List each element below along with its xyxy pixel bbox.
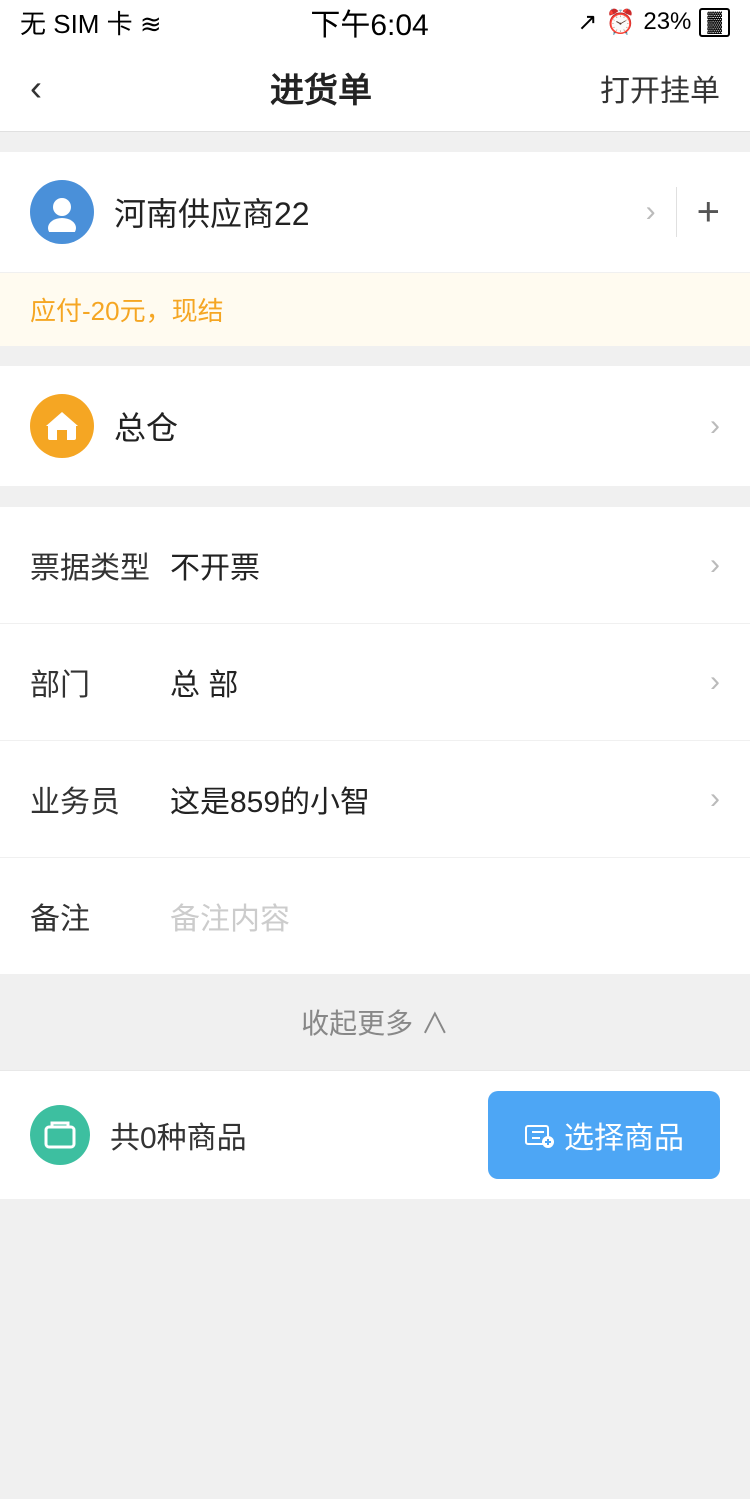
remark-label: 备注 [30,894,170,938]
notice-banner: 应付-20元，现结 [0,273,750,346]
cart-icon [42,1117,78,1153]
vertical-divider [676,187,677,237]
form-section: 票据类型 不开票 › 部门 总 部 › 业务员 这是859的小智 › 备注 备注… [0,506,750,974]
location-icon: ↗ [577,8,597,37]
department-label: 部门 [30,660,170,704]
select-product-button[interactable]: 选择商品 [488,1091,720,1179]
salesperson-chevron-icon: › [710,782,720,816]
department-row[interactable]: 部门 总 部 › [0,623,750,740]
notice-text: 应付-20元，现结 [30,296,224,326]
status-signal: 无 SIM 卡 ≋ [20,4,162,41]
alarm-icon: ⏰ [605,8,635,37]
invoice-type-label: 票据类型 [30,543,170,587]
collapse-label: 收起更多 ∧ [301,1008,449,1039]
nav-bar: ‹ 进货单 打开挂单 [0,44,750,132]
warehouse-chevron-icon: › [710,409,720,443]
bottom-bar: 共0种商品 选择商品 [0,1070,750,1199]
salesperson-row[interactable]: 业务员 这是859的小智 › [0,740,750,857]
battery-icon: ▓ [699,8,730,37]
salesperson-value: 这是859的小智 [170,777,710,821]
department-value: 总 部 [170,660,710,704]
status-battery: ↗ ⏰ 23% ▓ [577,8,730,37]
select-product-icon [524,1120,554,1150]
invoice-type-chevron-icon: › [710,548,720,582]
person-icon [42,192,82,232]
product-count-text: 共0种商品 [110,1113,488,1157]
remark-row[interactable]: 备注 备注内容 [0,857,750,974]
battery-text: 23% [643,8,691,36]
invoice-type-row[interactable]: 票据类型 不开票 › [0,506,750,623]
salesperson-label: 业务员 [30,777,170,821]
open-pending-button[interactable]: 打开挂单 [600,66,720,110]
remark-input[interactable]: 备注内容 [170,894,720,938]
warehouse-name: 总仓 [114,403,710,449]
department-chevron-icon: › [710,665,720,699]
status-bar: 无 SIM 卡 ≋ 下午6:04 ↗ ⏰ 23% ▓ [0,0,750,44]
section-gap-2 [0,346,750,366]
supplier-section: 河南供应商22 › + 应付-20元，现结 [0,152,750,346]
back-button[interactable]: ‹ [30,67,42,109]
status-time: 下午6:04 [310,0,428,44]
warehouse-section[interactable]: 总仓 › [0,366,750,486]
supplier-chevron-icon: › [646,195,656,229]
warehouse-icon [44,408,80,444]
warehouse-icon-wrap [30,394,94,458]
invoice-type-value: 不开票 [170,543,710,587]
supplier-row[interactable]: 河南供应商22 › + [0,152,750,273]
supplier-name: 河南供应商22 [114,189,646,235]
page-background [0,1199,750,1499]
collapse-button[interactable]: 收起更多 ∧ [0,974,750,1070]
page-title: 进货单 [270,63,372,112]
add-supplier-button[interactable]: + [697,190,720,235]
section-gap-3 [0,486,750,506]
select-btn-label: 选择商品 [564,1113,684,1157]
product-icon-wrap [30,1105,90,1165]
supplier-avatar [30,180,94,244]
section-gap-1 [0,132,750,152]
